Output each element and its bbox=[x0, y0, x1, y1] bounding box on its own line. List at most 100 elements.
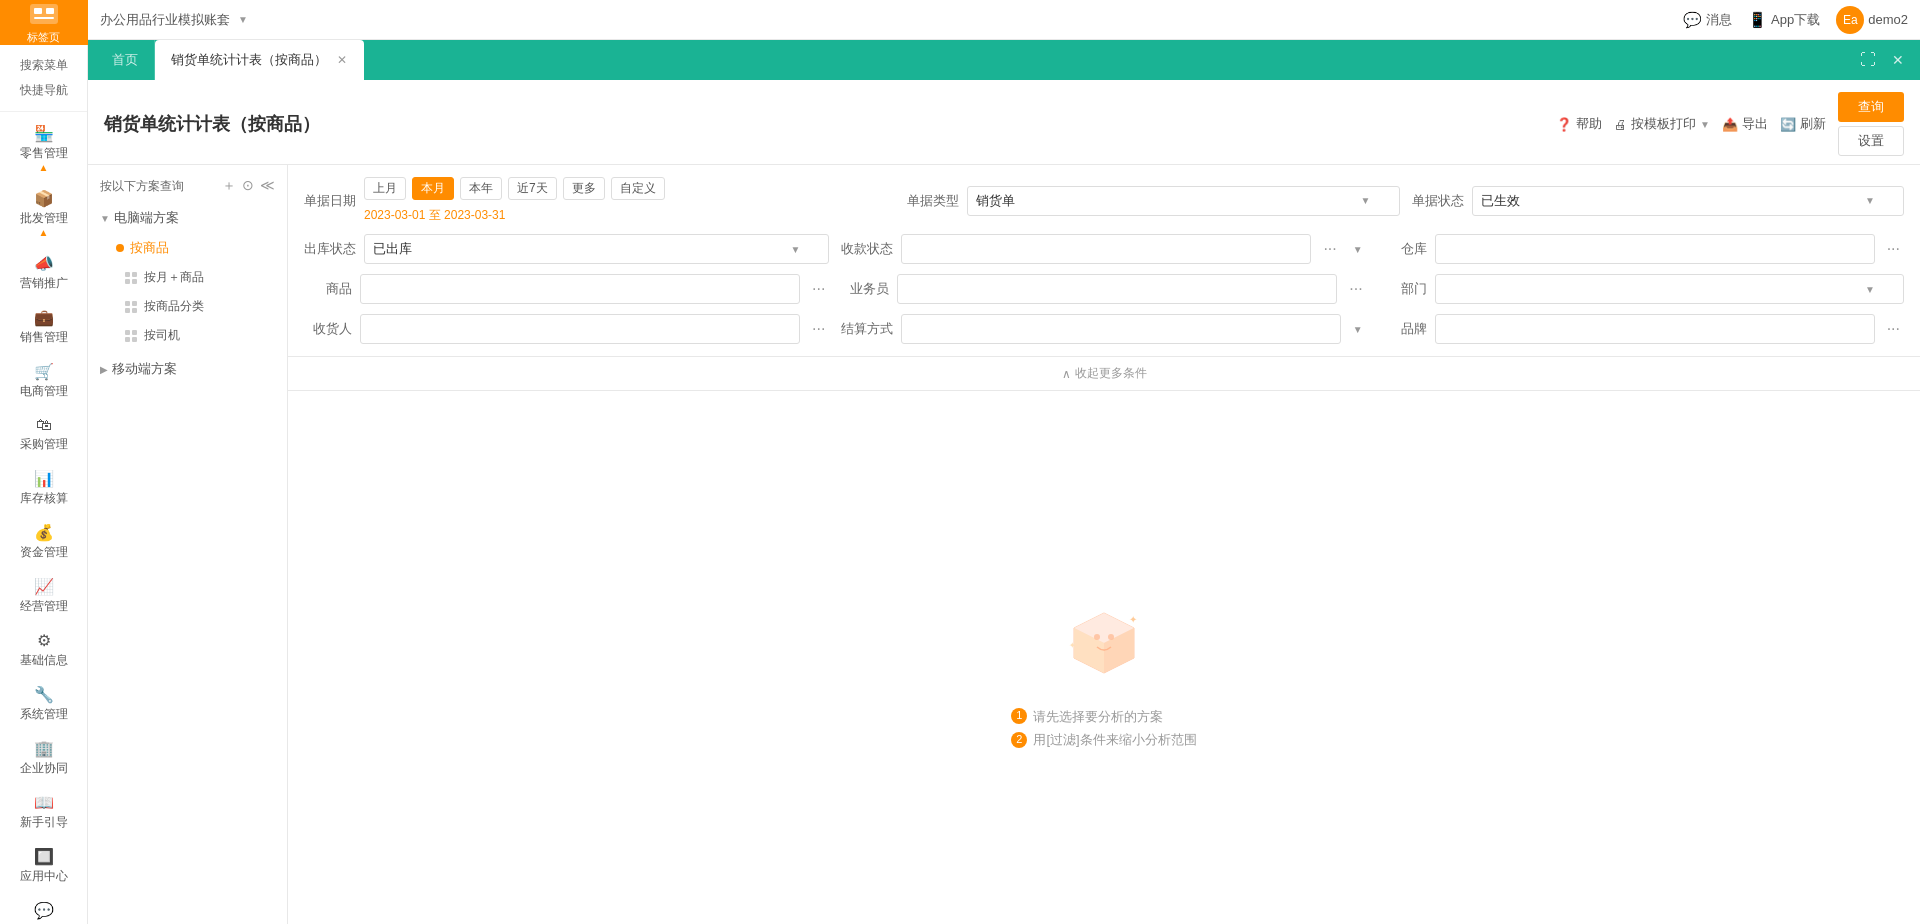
product-dots[interactable]: ··· bbox=[808, 280, 829, 298]
tab-home-label: 首页 bbox=[112, 51, 138, 69]
help-btn[interactable]: ❓ 帮助 bbox=[1556, 115, 1602, 133]
bill-status-chevron: ▼ bbox=[1865, 195, 1875, 206]
consignee-input[interactable] bbox=[360, 314, 800, 344]
date-btn-more[interactable]: 更多 bbox=[563, 177, 605, 200]
sidebar-item-marketing[interactable]: 📣 营销推广 bbox=[0, 246, 87, 300]
message-btn[interactable]: 💬 消息 bbox=[1683, 11, 1732, 29]
svg-rect-3 bbox=[34, 17, 54, 19]
receipt-dots[interactable]: ··· bbox=[1319, 240, 1340, 258]
sidebar-item-finance[interactable]: 💰 资金管理 bbox=[0, 515, 87, 569]
sidebar-item-inventory[interactable]: 📊 库存核算 bbox=[0, 461, 87, 515]
template-print-btn[interactable]: 🖨 按模板打印 ▼ bbox=[1614, 115, 1710, 133]
quick-nav-btn[interactable]: 快捷导航 bbox=[12, 78, 76, 103]
user-area[interactable]: Ea demo2 bbox=[1836, 6, 1908, 34]
sidebar-item-retail[interactable]: 🏪 零售管理 ▲ bbox=[0, 116, 87, 181]
sales-icon: 💼 bbox=[34, 308, 54, 327]
collapse-bar[interactable]: ∧ 收起更多条件 bbox=[288, 357, 1920, 391]
sidebar-item-purchase[interactable]: 🛍 采购管理 bbox=[0, 408, 87, 461]
date-btn-this-year[interactable]: 本年 bbox=[460, 177, 502, 200]
brand-input[interactable] bbox=[1435, 314, 1875, 344]
date-btn-last-month[interactable]: 上月 bbox=[364, 177, 406, 200]
app-download-btn[interactable]: 📱 App下载 bbox=[1748, 11, 1820, 29]
tree-panel-header: 按以下方案查询 ＋ ⊙ ≪ bbox=[88, 173, 287, 199]
sidebar-item-enterprise[interactable]: 🏢 企业协同 bbox=[0, 731, 87, 785]
maximize-btn[interactable]: ⛶ bbox=[1852, 51, 1884, 69]
filter-row-2: 出库状态 已出库 ▼ 收款状态 ··· ▼ bbox=[304, 234, 1904, 264]
print-icon: 🖨 bbox=[1614, 117, 1627, 132]
tree-item-by-category[interactable]: 按商品分类 bbox=[88, 292, 287, 321]
tree-group-pc-header[interactable]: ▼ 电脑端方案 bbox=[88, 203, 287, 233]
department-chevron: ▼ bbox=[1865, 284, 1875, 295]
svg-rect-13 bbox=[132, 330, 137, 335]
tree-add-btn[interactable]: ＋ bbox=[222, 177, 236, 195]
wholesale-arrow: ▲ bbox=[39, 227, 49, 238]
receipt-input[interactable] bbox=[901, 234, 1311, 264]
sidebar-item-apps[interactable]: 🔲 应用中心 bbox=[0, 839, 87, 893]
setting-button[interactable]: 设置 bbox=[1838, 126, 1904, 156]
marketing-icon: 📣 bbox=[34, 254, 54, 273]
date-btn-7days[interactable]: 近7天 bbox=[508, 177, 557, 200]
help-icon: ❓ bbox=[1556, 117, 1572, 132]
svg-rect-9 bbox=[132, 301, 137, 306]
date-btn-this-month[interactable]: 本月 bbox=[412, 177, 454, 200]
tab-home[interactable]: 首页 bbox=[96, 40, 155, 80]
department-select[interactable]: ▼ bbox=[1435, 274, 1904, 304]
by-product-dot bbox=[116, 244, 124, 252]
sidebar-item-wholesale[interactable]: 📦 批发管理 ▲ bbox=[0, 181, 87, 246]
tree-group-mobile-header[interactable]: ▶ 移动端方案 bbox=[88, 354, 287, 384]
svg-text:✦: ✦ bbox=[1129, 614, 1137, 625]
svg-rect-12 bbox=[125, 330, 130, 335]
sidebar-item-ecommerce[interactable]: 🛒 电商管理 bbox=[0, 354, 87, 408]
warehouse-dots[interactable]: ··· bbox=[1883, 240, 1904, 258]
tree-panel: 按以下方案查询 ＋ ⊙ ≪ ▼ 电脑端方案 按商品 bbox=[88, 165, 288, 924]
guide-icon: 📖 bbox=[34, 793, 54, 812]
svg-rect-8 bbox=[125, 301, 130, 306]
query-btns: 查询 设置 bbox=[1838, 92, 1904, 156]
outbound-select[interactable]: 已出库 ▼ bbox=[364, 234, 829, 264]
sidebar-item-basic[interactable]: ⚙ 基础信息 bbox=[0, 623, 87, 677]
tree-edit-btn[interactable]: ⊙ bbox=[242, 177, 254, 195]
sidebar-item-system[interactable]: 🔧 系统管理 bbox=[0, 677, 87, 731]
tab-sales-stat[interactable]: 销货单统计计表（按商品） ✕ bbox=[155, 40, 364, 80]
top-header: 办公用品行业模拟账套 ▼ 💬 消息 📱 App下载 Ea demo2 bbox=[88, 0, 1920, 40]
tab-sales-stat-label: 销货单统计计表（按商品） bbox=[171, 51, 327, 69]
tree-item-by-cashier[interactable]: 按司机 bbox=[88, 321, 287, 350]
industry-label: 办公用品行业模拟账套 bbox=[100, 11, 230, 29]
settlement-input[interactable] bbox=[901, 314, 1340, 344]
product-input[interactable] bbox=[360, 274, 800, 304]
retail-arrow: ▲ bbox=[39, 162, 49, 173]
bill-type-select[interactable]: 销货单 ▼ bbox=[967, 186, 1400, 216]
tab-close-icon[interactable]: ✕ bbox=[337, 53, 347, 67]
filter-row-1: 单据日期 上月 本月 本年 近7天 更多 自定义 20 bbox=[304, 177, 1904, 224]
refresh-btn[interactable]: 🔄 刷新 bbox=[1780, 115, 1826, 133]
warehouse-input[interactable] bbox=[1435, 234, 1875, 264]
tree-collapse-btn[interactable]: ≪ bbox=[260, 177, 275, 195]
sidebar-item-operation[interactable]: 📈 经营管理 bbox=[0, 569, 87, 623]
page-header: 销货单统计计表（按商品） ❓ 帮助 🖨 按模板打印 ▼ 📤 导出 🔄 刷新 bbox=[88, 80, 1920, 165]
tree-item-by-month-product[interactable]: 按月＋商品 bbox=[88, 263, 287, 292]
search-menu-btn[interactable]: 搜索菜单 bbox=[12, 53, 76, 78]
apps-icon: 🔲 bbox=[34, 847, 54, 866]
inventory-icon: 📊 bbox=[34, 469, 54, 488]
query-button[interactable]: 查询 bbox=[1838, 92, 1904, 122]
collapse-up-icon: ∧ bbox=[1062, 367, 1071, 381]
bill-type-chevron: ▼ bbox=[1361, 195, 1371, 206]
bill-status-select[interactable]: 已生效 ▼ bbox=[1472, 186, 1905, 216]
main-wrapper: 办公用品行业模拟账套 ▼ 💬 消息 📱 App下载 Ea demo2 首页 销货… bbox=[88, 0, 1920, 924]
sidebar-item-wechat[interactable]: 💬 企业微信 bbox=[0, 893, 87, 924]
tree-item-by-product[interactable]: 按商品 bbox=[88, 233, 287, 263]
svg-rect-6 bbox=[125, 279, 130, 284]
sidebar-item-guide[interactable]: 📖 新手引导 bbox=[0, 785, 87, 839]
salesperson-dots[interactable]: ··· bbox=[1345, 280, 1366, 298]
date-btn-custom[interactable]: 自定义 bbox=[611, 177, 665, 200]
consignee-dots[interactable]: ··· bbox=[808, 320, 829, 338]
svg-rect-2 bbox=[46, 8, 54, 14]
wholesale-icon: 📦 bbox=[34, 189, 54, 208]
close-page-btn[interactable]: ✕ bbox=[1884, 52, 1912, 68]
sidebar-item-sales[interactable]: 💼 销售管理 bbox=[0, 300, 87, 354]
export-btn[interactable]: 📤 导出 bbox=[1722, 115, 1768, 133]
app-logo: 标签页 bbox=[0, 0, 88, 45]
salesperson-input[interactable] bbox=[897, 274, 1337, 304]
svg-rect-4 bbox=[125, 272, 130, 277]
brand-dots[interactable]: ··· bbox=[1883, 320, 1904, 338]
